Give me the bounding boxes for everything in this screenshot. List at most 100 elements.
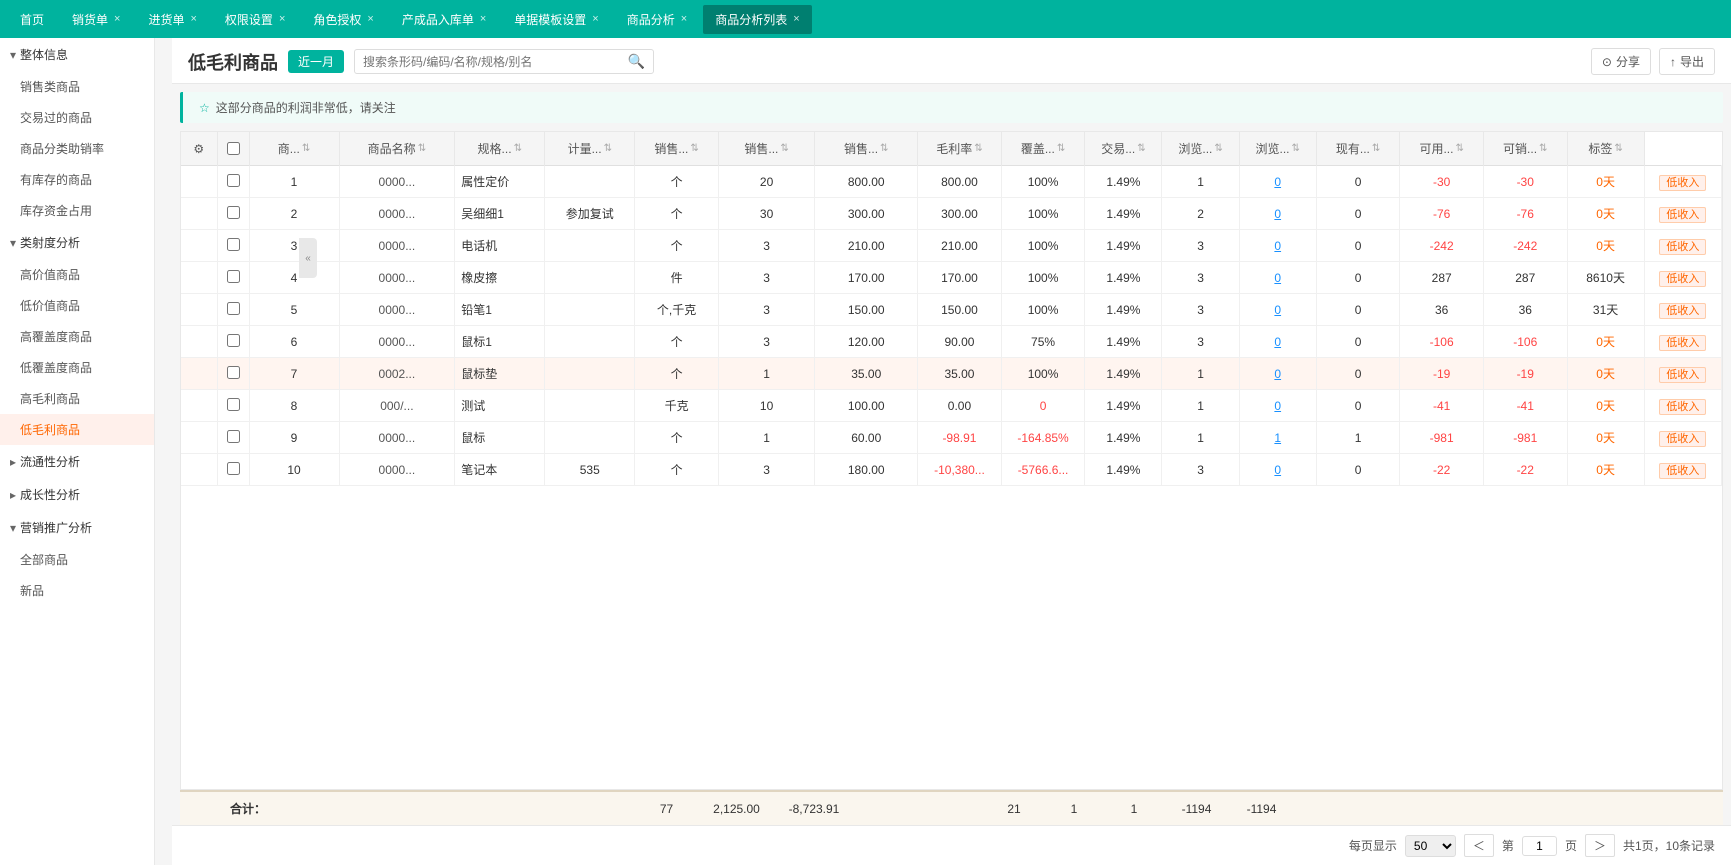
sidebar-item-new-products[interactable]: 新品 xyxy=(0,575,154,606)
col-browse2[interactable]: 浏览...⇅ xyxy=(1239,132,1316,166)
col-available[interactable]: 可用...⇅ xyxy=(1400,132,1484,166)
col-spec[interactable]: 规格...⇅ xyxy=(455,132,545,166)
row-checkbox[interactable] xyxy=(227,366,240,379)
table-row: 6 0000... 鼠标1 个 3 120.00 90.00 75% 1.49%… xyxy=(181,326,1722,358)
close-icon[interactable]: × xyxy=(279,13,285,25)
col-settings[interactable]: ⚙ xyxy=(181,132,217,166)
row-checkbox[interactable] xyxy=(227,270,240,283)
footer-current-stock: -1194 xyxy=(1164,802,1229,816)
sidebar-group-marketing[interactable]: ▾ 营销推广分析 xyxy=(0,511,154,544)
col-tag[interactable]: 标签⇅ xyxy=(1567,132,1644,166)
sidebar-item-sales-products[interactable]: 销售类商品 xyxy=(0,71,154,102)
row-coverage: 1.49% xyxy=(1085,454,1162,486)
row-checkbox[interactable] xyxy=(227,334,240,347)
close-icon[interactable]: × xyxy=(681,13,687,25)
col-transaction[interactable]: 交易...⇅ xyxy=(1085,132,1162,166)
row-checkbox[interactable] xyxy=(227,430,240,443)
col-gross-margin[interactable]: 毛利率⇅ xyxy=(918,132,1002,166)
sidebar-item-in-stock[interactable]: 有库存的商品 xyxy=(0,164,154,195)
col-product-code[interactable]: 商...⇅ xyxy=(249,132,339,166)
nav-product-analysis-list[interactable]: 商品分析列表 × xyxy=(703,5,811,34)
close-icon[interactable]: × xyxy=(793,13,799,25)
col-checkbox-all[interactable] xyxy=(217,132,249,166)
sidebar-item-low-value[interactable]: 低价值商品 xyxy=(0,290,154,321)
search-input[interactable] xyxy=(363,55,628,69)
row-unit: 个 xyxy=(635,326,719,358)
row-available: -30 xyxy=(1483,166,1567,198)
sidebar-group-class-analysis[interactable]: ▾ 类射度分析 xyxy=(0,226,154,259)
sidebar-collapse-button[interactable]: « xyxy=(299,238,317,278)
sidebar-item-stock-capital[interactable]: 库存资金占用 xyxy=(0,195,154,226)
row-tag: 低收入 xyxy=(1644,166,1721,198)
row-checkbox[interactable] xyxy=(227,174,240,187)
sidebar-item-low-margin[interactable]: 低毛利商品 xyxy=(0,414,154,445)
row-checkbox[interactable] xyxy=(227,238,240,251)
close-icon[interactable]: × xyxy=(190,13,196,25)
page-size-select[interactable]: 50 100 200 xyxy=(1405,835,1456,857)
nav-home[interactable]: 首页 xyxy=(8,5,56,34)
footer-cells: 77 2,125.00 -8,723.91 21 1 1 -1194 -1194 xyxy=(266,802,1717,816)
nav-sales-order[interactable]: 销货单 × xyxy=(60,5,132,34)
col-product-name[interactable]: 商品名称⇅ xyxy=(339,132,455,166)
page-number-input[interactable] xyxy=(1522,836,1557,856)
row-browse1[interactable]: 0 xyxy=(1239,262,1316,294)
sidebar-group-growth[interactable]: ▸ 成长性分析 xyxy=(0,478,154,511)
sidebar-item-high-coverage[interactable]: 高覆盖度商品 xyxy=(0,321,154,352)
sidebar-item-high-value[interactable]: 高价值商品 xyxy=(0,259,154,290)
sidebar-item-low-coverage[interactable]: 低覆盖度商品 xyxy=(0,352,154,383)
row-checkbox[interactable] xyxy=(227,398,240,411)
filter-period-button[interactable]: 近一月 xyxy=(288,50,344,73)
close-icon[interactable]: × xyxy=(592,13,598,25)
row-browse1[interactable]: 0 xyxy=(1239,358,1316,390)
table-row: 5 0000... 铅笔1 个,千克 3 150.00 150.00 100% … xyxy=(181,294,1722,326)
row-browse1[interactable]: 0 xyxy=(1239,198,1316,230)
row-browse1[interactable]: 0 xyxy=(1239,294,1316,326)
col-current-stock[interactable]: 现有...⇅ xyxy=(1316,132,1400,166)
row-unit: 个 xyxy=(635,454,719,486)
nav-role-auth[interactable]: 角色授权 × xyxy=(301,5,385,34)
share-button[interactable]: ⊙ 分享 xyxy=(1591,48,1651,75)
close-icon[interactable]: × xyxy=(114,13,120,25)
close-icon[interactable]: × xyxy=(480,13,486,25)
nav-permission-settings[interactable]: 权限设置 × xyxy=(213,5,297,34)
col-saleable[interactable]: 可销...⇅ xyxy=(1483,132,1567,166)
row-code: 0000... xyxy=(339,422,455,454)
row-browse1[interactable]: 0 xyxy=(1239,230,1316,262)
col-sales-price[interactable]: 销售...⇅ xyxy=(718,132,814,166)
nav-template-settings[interactable]: 单据模板设置 × xyxy=(502,5,610,34)
row-spec xyxy=(545,326,635,358)
sidebar-item-high-margin[interactable]: 高毛利商品 xyxy=(0,383,154,414)
sidebar-group-flow[interactable]: ▸ 流通性分析 xyxy=(0,445,154,478)
prev-page-button[interactable]: ＜ xyxy=(1464,834,1494,857)
select-all-checkbox[interactable] xyxy=(227,142,240,155)
export-button[interactable]: ↑ 导出 xyxy=(1659,48,1715,75)
sidebar-group-overall[interactable]: ▾ 整体信息 xyxy=(0,38,154,71)
row-browse1[interactable]: 0 xyxy=(1239,166,1316,198)
row-available: -981 xyxy=(1483,422,1567,454)
row-code: 000/... xyxy=(339,390,455,422)
sidebar-item-all-products[interactable]: 全部商品 xyxy=(0,544,154,575)
row-checkbox[interactable] xyxy=(227,206,240,219)
row-browse1[interactable]: 0 xyxy=(1239,390,1316,422)
row-current-stock: -41 xyxy=(1400,390,1484,422)
search-icon[interactable]: 🔍 xyxy=(628,53,645,70)
nav-product-analysis[interactable]: 商品分析 × xyxy=(615,5,699,34)
row-checkbox[interactable] xyxy=(227,462,240,475)
col-sales-qty[interactable]: 销售...⇅ xyxy=(635,132,719,166)
row-browse1[interactable]: 0 xyxy=(1239,326,1316,358)
row-sales-price: 300.00 xyxy=(815,198,918,230)
sidebar-item-traded-products[interactable]: 交易过的商品 xyxy=(0,102,154,133)
close-icon[interactable]: × xyxy=(367,13,373,25)
row-checkbox[interactable] xyxy=(227,302,240,315)
row-sales-qty: 3 xyxy=(718,454,814,486)
sidebar-item-category-rate[interactable]: 商品分类助销率 xyxy=(0,133,154,164)
col-coverage[interactable]: 覆盖...⇅ xyxy=(1001,132,1085,166)
row-browse1[interactable]: 0 xyxy=(1239,454,1316,486)
col-unit[interactable]: 计量...⇅ xyxy=(545,132,635,166)
col-browse1[interactable]: 浏览...⇅ xyxy=(1162,132,1239,166)
row-browse1[interactable]: 1 xyxy=(1239,422,1316,454)
nav-purchase-order[interactable]: 进货单 × xyxy=(136,5,208,34)
col-sales-amount[interactable]: 销售...⇅ xyxy=(815,132,918,166)
nav-product-inbound[interactable]: 产成品入库单 × xyxy=(390,5,498,34)
next-page-button[interactable]: ＞ xyxy=(1585,834,1615,857)
